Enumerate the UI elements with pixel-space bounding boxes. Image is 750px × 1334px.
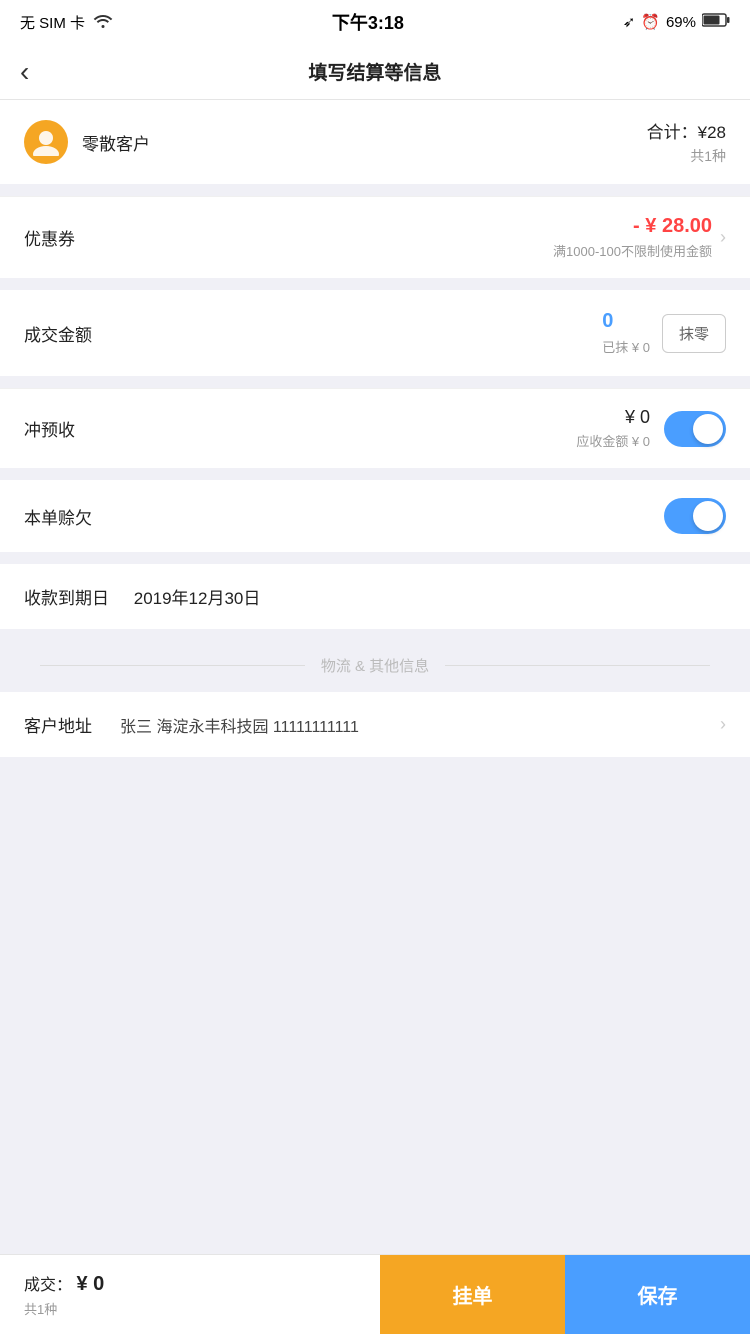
coupon-label: 优惠券 <box>24 225 75 250</box>
wifi-icon <box>93 12 113 32</box>
coupon-chevron-icon: › <box>720 227 726 248</box>
customer-name: 零散客户 <box>82 130 150 155</box>
debt-toggle[interactable] <box>664 498 726 534</box>
prepay-amount: ¥ 0 <box>576 407 650 428</box>
coupon-right: - ¥ 28.00 满1000-100不限制使用金额 › <box>553 215 726 260</box>
deal-amount-value: 0 <box>602 310 650 333</box>
deal-amount-label: 成交金额 <box>24 321 92 346</box>
address-chevron-icon: › <box>720 714 726 735</box>
bottom-deal-value: ¥ 0 <box>76 1273 104 1295</box>
deal-section: 成交金额 0 已抹 ¥ 0 抹零 <box>0 290 750 376</box>
no-sim-text: 无 SIM 卡 <box>20 12 85 33</box>
battery-icon <box>702 13 730 31</box>
status-right: ➶ ⏰ 69% <box>623 13 730 31</box>
prepay-sub: 应收金额 ¥ 0 <box>576 431 650 450</box>
nav-bar: ‹ 填写结算等信息 <box>0 44 750 100</box>
deal-amount-row: 成交金额 0 已抹 ¥ 0 抹零 <box>24 290 726 376</box>
bottom-info: 成交： ¥ 0 共1种 <box>0 1271 380 1318</box>
hang-order-button[interactable]: 挂单 <box>380 1255 565 1334</box>
bottom-count: 共1种 <box>24 1299 356 1318</box>
toggle-knob <box>693 414 723 444</box>
prepay-label: 冲预收 <box>24 416 75 441</box>
save-button[interactable]: 保存 <box>565 1255 750 1334</box>
page-content: 零散客户 合计：¥28 共1种 优惠券 - ¥ 28.00 满1000-100不… <box>0 100 750 949</box>
customer-count: 共1种 <box>647 146 726 166</box>
battery-text: 69% <box>666 14 696 31</box>
alarm-icon: ⏰ <box>641 13 660 31</box>
status-left: 无 SIM 卡 <box>20 12 113 33</box>
due-date-label: 收款到期日 <box>24 589 109 608</box>
coupon-amount: - ¥ 28.00 <box>553 215 712 238</box>
coupon-desc: 满1000-100不限制使用金额 <box>553 241 712 260</box>
empty-space <box>0 769 750 949</box>
address-value: 张三 海淀永丰科技园 11111111111 <box>120 713 720 737</box>
line-bar-right <box>445 665 710 666</box>
due-date-value: 2019年12月30日 <box>134 589 261 608</box>
back-button[interactable]: ‹ <box>20 58 29 86</box>
customer-left: 零散客户 <box>24 120 150 164</box>
logistics-label: 物流 & 其他信息 <box>321 655 429 676</box>
deal-amount-sub: 已抹 ¥ 0 <box>602 337 650 356</box>
round-zero-button[interactable]: 抹零 <box>662 314 726 353</box>
bottom-bar: 成交： ¥ 0 共1种 挂单 保存 <box>0 1254 750 1334</box>
prepay-row: 冲预收 ¥ 0 应收金额 ¥ 0 <box>0 388 750 468</box>
customer-right: 合计：¥28 共1种 <box>647 118 726 166</box>
prepay-toggle[interactable] <box>664 411 726 447</box>
deal-amount-right: 0 已抹 ¥ 0 抹零 <box>602 310 726 356</box>
due-date-row: 收款到期日 2019年12月30日 <box>0 564 750 629</box>
debt-label: 本单赊欠 <box>24 504 92 529</box>
coupon-row[interactable]: 优惠券 - ¥ 28.00 满1000-100不限制使用金额 › <box>0 196 750 278</box>
debt-section: 本单赊欠 <box>0 480 750 552</box>
bottom-deal-row: 成交： ¥ 0 <box>24 1271 356 1296</box>
debt-toggle-knob <box>693 501 723 531</box>
customer-avatar <box>24 120 68 164</box>
status-bar: 无 SIM 卡 下午3:18 ➶ ⏰ 69% <box>0 0 750 44</box>
bottom-deal-label: 成交： <box>24 1277 72 1294</box>
prepay-right: ¥ 0 应收金额 ¥ 0 <box>576 407 726 450</box>
address-row[interactable]: 客户地址 张三 海淀永丰科技园 11111111111 › <box>0 692 750 757</box>
logistics-header: 物流 & 其他信息 <box>0 641 750 690</box>
status-time: 下午3:18 <box>332 9 404 35</box>
line-bar-left <box>40 665 305 666</box>
prepay-values: ¥ 0 应收金额 ¥ 0 <box>576 407 650 450</box>
customer-row: 零散客户 合计：¥28 共1种 <box>0 100 750 184</box>
address-label: 客户地址 <box>24 712 104 737</box>
location-icon: ➶ <box>623 13 636 31</box>
nav-title: 填写结算等信息 <box>308 58 441 85</box>
customer-total: 合计：¥28 <box>647 118 726 143</box>
logistics-line: 物流 & 其他信息 <box>0 655 750 676</box>
